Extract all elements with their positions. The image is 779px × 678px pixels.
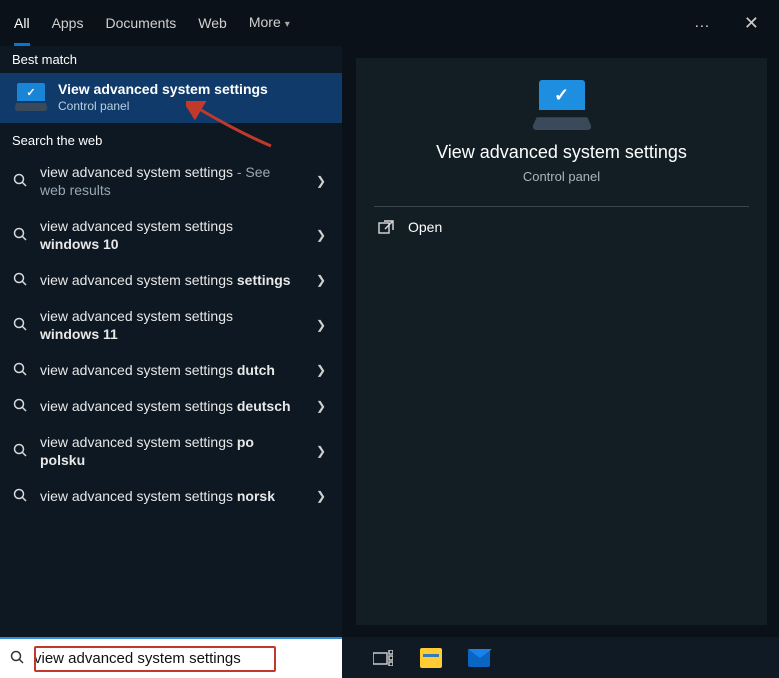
detail-system-settings-icon — [531, 80, 593, 130]
search-input[interactable] — [34, 646, 342, 672]
results-panel: Best match View advanced system settings… — [0, 46, 342, 637]
chevron-right-icon[interactable]: ❯ — [310, 318, 332, 332]
chevron-right-icon[interactable]: ❯ — [310, 228, 332, 242]
file-explorer-icon[interactable] — [420, 647, 442, 669]
tab-web[interactable]: Web — [198, 0, 227, 46]
web-result-1[interactable]: view advanced system settings windows 10… — [0, 208, 342, 262]
taskbar — [342, 637, 779, 678]
chevron-right-icon[interactable]: ❯ — [310, 399, 332, 413]
open-external-icon — [378, 220, 394, 234]
search-scope-tabs: All Apps Documents Web More▾ … ✕ — [0, 0, 779, 46]
web-result-text: view advanced system settings dutch — [40, 361, 298, 379]
web-result-2[interactable]: view advanced system settings settings ❯ — [0, 262, 342, 298]
taskview-icon[interactable] — [372, 647, 394, 669]
search-icon — [12, 443, 28, 460]
chevron-right-icon[interactable]: ❯ — [310, 174, 332, 188]
more-options-icon[interactable]: … — [688, 10, 716, 36]
web-result-text: view advanced system settings settings — [40, 271, 298, 289]
web-result-text: view advanced system settings norsk — [40, 487, 298, 505]
chevron-down-icon: ▾ — [285, 19, 290, 30]
web-result-6[interactable]: view advanced system settings po polsku ❯ — [0, 424, 342, 478]
web-result-text: view advanced system settings po polsku — [40, 433, 298, 469]
chevron-right-icon[interactable]: ❯ — [310, 489, 332, 503]
best-match-header: Best match — [0, 46, 342, 73]
web-result-text: view advanced system settings - See web … — [40, 163, 298, 199]
search-icon — [12, 227, 28, 244]
search-input-container — [0, 637, 342, 678]
chevron-right-icon[interactable]: ❯ — [310, 444, 332, 458]
chevron-right-icon[interactable]: ❯ — [310, 273, 332, 287]
close-icon[interactable]: ✕ — [738, 9, 765, 38]
web-result-text: view advanced system settings windows 10 — [40, 217, 298, 253]
search-icon — [0, 650, 34, 668]
search-web-header: Search the web — [0, 123, 342, 154]
best-match-result[interactable]: View advanced system settings Control pa… — [0, 73, 342, 123]
search-icon — [12, 488, 28, 505]
search-icon — [12, 398, 28, 415]
web-result-3[interactable]: view advanced system settings windows 11… — [0, 298, 342, 352]
tab-documents[interactable]: Documents — [105, 0, 176, 46]
web-result-0[interactable]: view advanced system settings - See web … — [0, 154, 342, 208]
tab-all[interactable]: All — [14, 0, 30, 46]
web-result-text: view advanced system settings deutsch — [40, 397, 298, 415]
best-match-title: View advanced system settings — [58, 81, 268, 97]
web-result-5[interactable]: view advanced system settings deutsch ❯ — [0, 388, 342, 424]
tab-apps[interactable]: Apps — [52, 0, 84, 46]
search-icon — [12, 362, 28, 379]
web-result-4[interactable]: view advanced system settings dutch ❯ — [0, 352, 342, 388]
chevron-right-icon[interactable]: ❯ — [310, 363, 332, 377]
detail-subtitle: Control panel — [356, 169, 767, 184]
tab-more[interactable]: More▾ — [249, 0, 290, 48]
web-result-7[interactable]: view advanced system settings norsk ❯ — [0, 478, 342, 514]
search-icon — [12, 272, 28, 289]
detail-panel: View advanced system settings Control pa… — [342, 46, 779, 637]
open-label: Open — [408, 219, 442, 235]
search-icon — [12, 173, 28, 190]
open-action[interactable]: Open — [356, 207, 767, 247]
search-icon — [12, 317, 28, 334]
web-result-text: view advanced system settings windows 11 — [40, 307, 298, 343]
system-settings-icon — [14, 83, 48, 111]
best-match-subtitle: Control panel — [58, 99, 268, 113]
detail-title: View advanced system settings — [356, 142, 767, 163]
mail-icon[interactable] — [468, 647, 490, 669]
